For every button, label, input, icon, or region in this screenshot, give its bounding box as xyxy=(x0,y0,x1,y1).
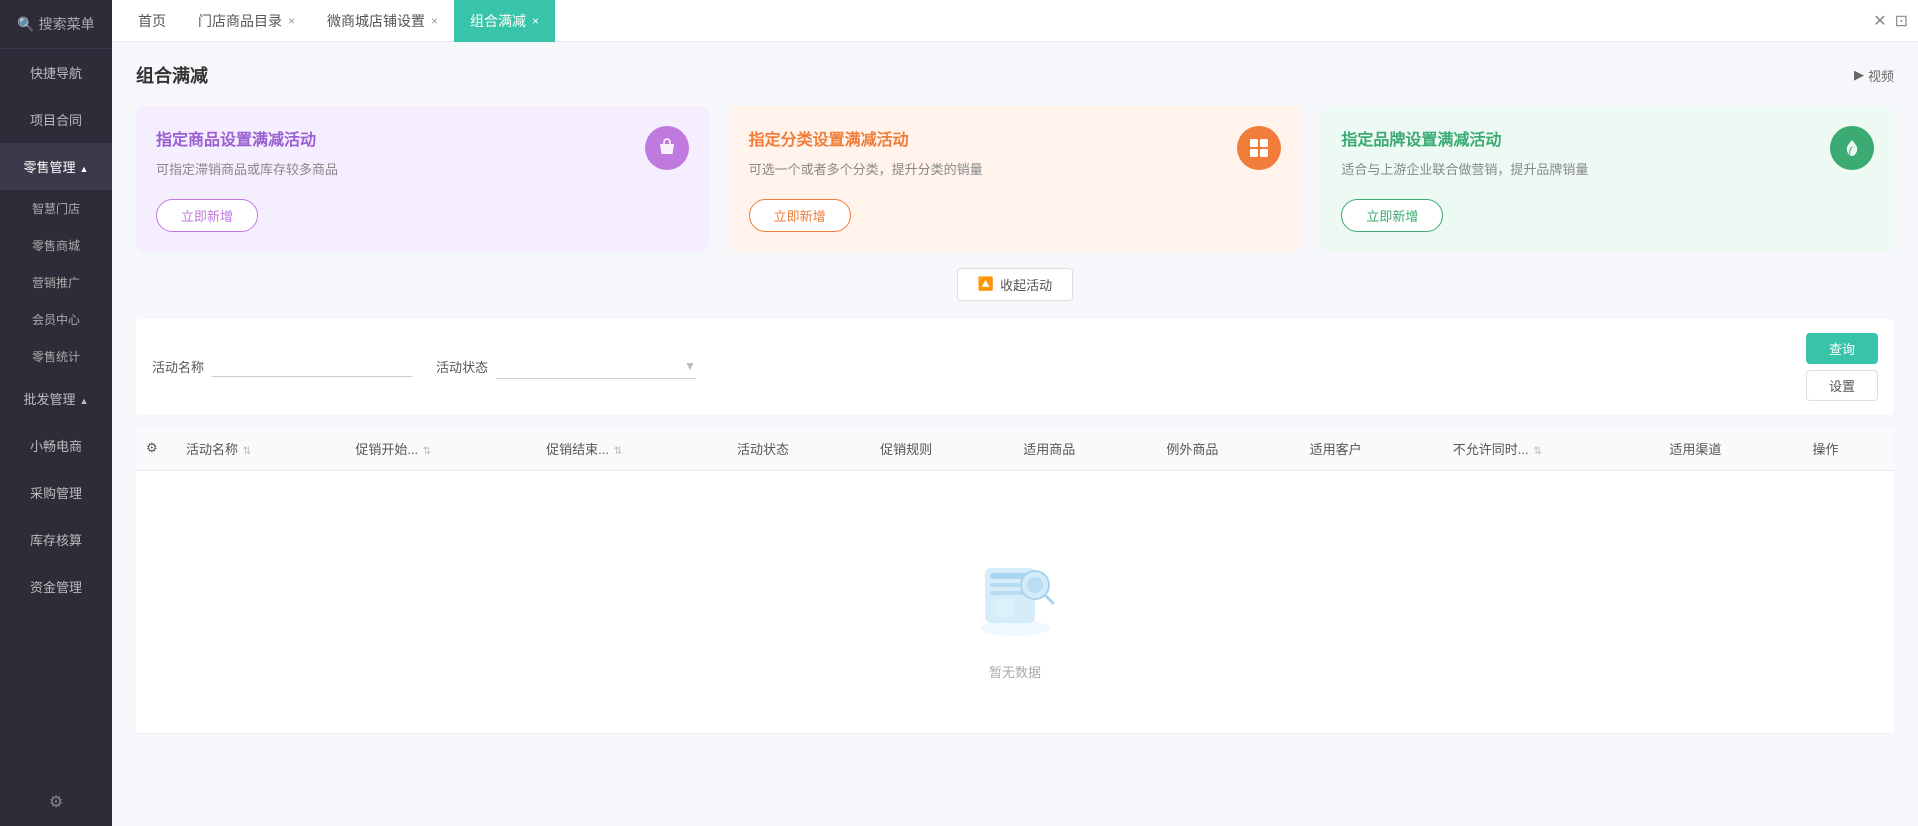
activity-status-input[interactable] xyxy=(500,357,684,376)
promo-card-icon-card-product xyxy=(645,126,689,170)
sidebar-settings-btn[interactable]: ⚙ xyxy=(0,778,112,826)
sidebar-item-purchase-mgmt[interactable]: 采购管理 xyxy=(0,469,112,516)
collapse-btn-label: 收起活动 xyxy=(1000,275,1052,294)
video-link[interactable]: ▶ 视频 xyxy=(1854,66,1894,85)
gear-icon: ⚙ xyxy=(49,794,63,811)
promo-card-icon-card-brand xyxy=(1830,126,1874,170)
chevron-up-icon: 🔼 xyxy=(978,276,994,292)
promo-card-card-brand: 指定品牌设置满减活动适合与上游企业联合做营销，提升品牌销量立即新增 xyxy=(1321,106,1894,252)
promo-card-btn-card-product[interactable]: 立即新增 xyxy=(156,199,258,232)
table-header-applicable-goods: 适用商品 xyxy=(1013,427,1156,471)
close-window-btn[interactable]: ✕ xyxy=(1873,11,1886,31)
sidebar-item-wholesale-mgmt[interactable]: 批发管理 xyxy=(0,375,112,422)
table-header-promo-start[interactable]: 促销开始... ⇅ xyxy=(345,427,536,471)
sidebar-search-label: 搜索菜单 xyxy=(39,16,95,32)
activity-name-label: 活动名称 xyxy=(152,357,204,376)
tab-label-wechat-store-settings: 微商城店铺设置 xyxy=(327,11,425,31)
sidebar-item-fund-mgmt[interactable]: 资金管理 xyxy=(0,563,112,610)
main-area: 首页门店商品目录 ×微商城店铺设置 ×组合满减 × ✕ ⊡ 组合满减 ▶ 视频 … xyxy=(112,0,1918,826)
sidebar-item-retail-mgmt[interactable]: 零售管理 xyxy=(0,143,112,190)
tab-label-home: 首页 xyxy=(138,11,166,31)
tab-label-combo-discount: 组合满减 xyxy=(470,11,526,31)
table-header-activity-name[interactable]: 活动名称 ⇅ xyxy=(176,427,345,471)
promo-card-card-product: 指定商品设置满减活动可指定滞销商品或库存较多商品立即新增 xyxy=(136,106,709,252)
table-header-applicable-channel: 适用渠道 xyxy=(1659,427,1802,471)
promo-card-desc-card-product: 可指定滞销商品或库存较多商品 xyxy=(156,160,689,181)
sidebar-item-xiao-ecommerce[interactable]: 小畅电商 xyxy=(0,422,112,469)
query-btn[interactable]: 查询 xyxy=(1806,333,1878,364)
window-controls: ✕ ⊡ xyxy=(1873,11,1908,31)
sidebar-item-marketing[interactable]: 营销推广 xyxy=(0,264,112,301)
promo-cards-row: 指定商品设置满减活动可指定滞销商品或库存较多商品立即新增指定分类设置满减活动可选… xyxy=(136,106,1894,252)
promo-card-desc-card-brand: 适合与上游企业联合做营销，提升品牌销量 xyxy=(1341,160,1874,181)
tab-wechat-store-settings[interactable]: 微商城店铺设置 × xyxy=(311,0,454,42)
data-table-container: ⚙ 活动名称 ⇅促销开始... ⇅促销结束... ⇅活动状态促销规则适用商品例外商… xyxy=(136,427,1894,734)
table-gear-icon[interactable]: ⚙ xyxy=(146,440,158,455)
chevron-down-icon: ▼ xyxy=(684,359,696,373)
filter-activity-name: 活动名称 xyxy=(152,357,412,377)
table-header-promo-rule: 促销规则 xyxy=(870,427,1013,471)
play-circle-icon: ▶ xyxy=(1854,67,1864,83)
sort-icon-activity-name: ⇅ xyxy=(240,446,251,457)
collapse-bar: 🔼 收起活动 xyxy=(136,268,1894,301)
filter-activity-status: 活动状态 ▼ xyxy=(436,355,696,379)
promo-card-title-card-product: 指定商品设置满减活动 xyxy=(156,126,689,150)
sidebar-item-member-center[interactable]: 会员中心 xyxy=(0,301,112,338)
table-header-activity-status: 活动状态 xyxy=(727,427,870,471)
maximize-window-btn[interactable]: ⊡ xyxy=(1895,11,1908,31)
sidebar-item-retail-mall[interactable]: 零售商城 xyxy=(0,227,112,264)
table-header-exception-goods: 例外商品 xyxy=(1156,427,1299,471)
sidebar-item-project-contract[interactable]: 项目合同 xyxy=(0,96,112,143)
sidebar-item-retail-stats[interactable]: 零售统计 xyxy=(0,338,112,375)
table-header-promo-end[interactable]: 促销结束... ⇅ xyxy=(536,427,727,471)
tab-combo-discount[interactable]: 组合满减 × xyxy=(454,0,555,42)
filter-actions: 查询 设置 xyxy=(1806,333,1878,401)
tab-close-combo-discount[interactable]: × xyxy=(532,14,539,28)
search-icon: 🔍 xyxy=(17,16,34,32)
table-header-operations: 操作 xyxy=(1803,427,1894,471)
empty-text: 暂无数据 xyxy=(166,662,1864,681)
promo-card-title-card-category: 指定分类设置满减活动 xyxy=(749,126,1282,150)
activity-status-label: 活动状态 xyxy=(436,357,488,376)
content-area: 组合满减 ▶ 视频 指定商品设置满减活动可指定滞销商品或库存较多商品立即新增指定… xyxy=(112,42,1918,826)
promo-card-card-category: 指定分类设置满减活动可选一个或者多个分类，提升分类的销量立即新增 xyxy=(729,106,1302,252)
sidebar-item-quick-nav[interactable]: 快捷导航 xyxy=(0,49,112,96)
page-header: 组合满减 ▶ 视频 xyxy=(136,62,1894,88)
sort-icon-promo-start: ⇅ xyxy=(420,446,431,457)
promo-card-btn-card-category[interactable]: 立即新增 xyxy=(749,199,851,232)
tab-close-wechat-store-settings[interactable]: × xyxy=(431,14,438,28)
sort-icon-promo-end: ⇅ xyxy=(611,446,622,457)
promo-card-title-card-brand: 指定品牌设置满减活动 xyxy=(1341,126,1874,150)
page-title: 组合满减 xyxy=(136,62,208,88)
settings-btn[interactable]: 设置 xyxy=(1806,370,1878,401)
collapse-activities-btn[interactable]: 🔼 收起活动 xyxy=(957,268,1073,301)
empty-illustration xyxy=(965,543,1065,643)
tab-label-store-catalog: 门店商品目录 xyxy=(198,11,282,31)
filter-row: 活动名称 活动状态 ▼ 查询 设置 xyxy=(136,319,1894,415)
tab-bar: 首页门店商品目录 ×微商城店铺设置 ×组合满减 × ✕ ⊡ xyxy=(112,0,1918,42)
table-header-settings: ⚙ xyxy=(136,427,176,471)
promo-card-btn-card-brand[interactable]: 立即新增 xyxy=(1341,199,1443,232)
tab-home[interactable]: 首页 xyxy=(122,0,182,42)
data-table: ⚙ 活动名称 ⇅促销开始... ⇅促销结束... ⇅活动状态促销规则适用商品例外商… xyxy=(136,427,1894,734)
sidebar-item-inventory-calc[interactable]: 库存核算 xyxy=(0,516,112,563)
sort-icon-not-allow-concurrent: ⇅ xyxy=(1531,446,1542,457)
table-header-not-allow-concurrent[interactable]: 不允许同时... ⇅ xyxy=(1443,427,1660,471)
activity-name-input[interactable] xyxy=(212,357,412,377)
promo-card-desc-card-category: 可选一个或者多个分类，提升分类的销量 xyxy=(749,160,1282,181)
table-header-applicable-customer: 适用客户 xyxy=(1300,427,1443,471)
tab-close-store-catalog[interactable]: × xyxy=(288,14,295,28)
empty-state: 暂无数据 xyxy=(146,483,1884,721)
sidebar-item-smart-store[interactable]: 智慧门店 xyxy=(0,190,112,227)
sidebar: 🔍 搜索菜单 快捷导航项目合同零售管理智慧门店零售商城营销推广会员中心零售统计批… xyxy=(0,0,112,826)
sidebar-search[interactable]: 🔍 搜索菜单 xyxy=(0,0,112,49)
tab-store-catalog[interactable]: 门店商品目录 × xyxy=(182,0,311,42)
video-label: 视频 xyxy=(1868,66,1894,85)
